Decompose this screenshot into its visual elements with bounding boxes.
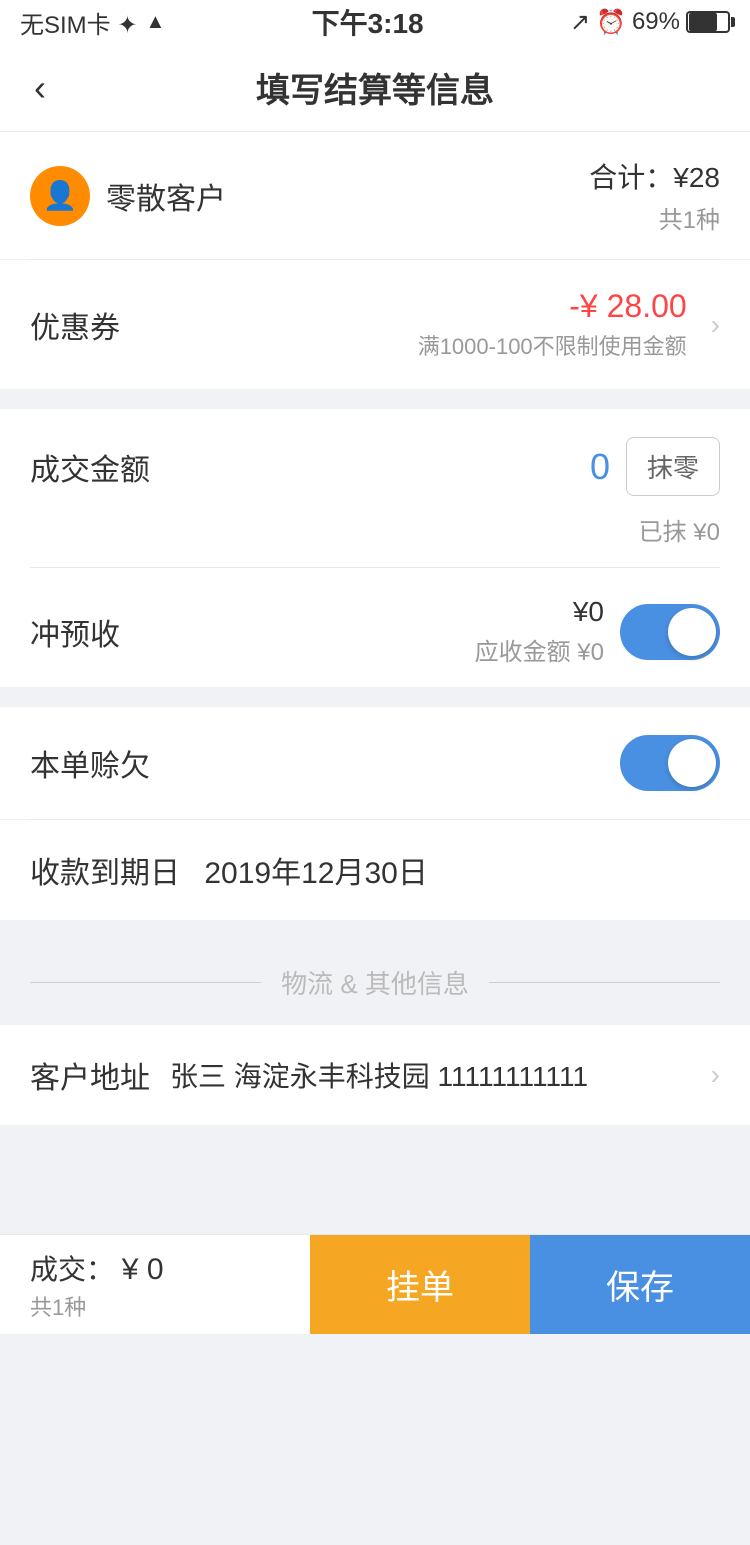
no-sim-label: 无SIM卡 ✦ — [20, 5, 137, 40]
customer-avatar: 👤 — [30, 166, 90, 226]
round-zero-button[interactable]: 抹零 — [626, 437, 720, 496]
save-button[interactable]: 保存 — [530, 1235, 750, 1334]
pending-btn-label: 挂单 — [386, 1260, 454, 1309]
debt-section: 本单赊欠 — [0, 707, 750, 819]
prepay-sub: 应收金额 ¥0 — [475, 632, 604, 667]
customer-left: 👤 零散客户 — [30, 166, 226, 226]
prepay-value: ¥0 — [475, 596, 604, 628]
bottom-count: 共1种 — [30, 1290, 280, 1322]
sep-line-right — [489, 982, 720, 983]
deal-amount-section: 成交金额 0 抹零 已抹 ¥0 — [0, 409, 750, 568]
coupon-desc: 满1000-100不限制使用金额 — [418, 329, 687, 361]
bottom-bar: 成交： ¥ 0 共1种 挂单 保存 — [0, 1234, 750, 1334]
prepay-value-stack: ¥0 应收金额 ¥0 — [475, 596, 604, 667]
bottom-summary: 成交： ¥ 0 共1种 — [0, 1248, 310, 1322]
prepay-label: 冲预收 — [30, 610, 120, 654]
logistics-separator: 物流 & 其他信息 — [0, 940, 750, 1025]
pending-button[interactable]: 挂单 — [310, 1235, 530, 1334]
chevron-right-icon: › — [711, 309, 720, 341]
deal-amount-sub: 已抹 ¥0 — [0, 512, 750, 567]
bottom-deal-row: 成交： ¥ 0 — [30, 1248, 280, 1288]
nav-bar: ‹ 填写结算等信息 — [0, 44, 750, 132]
divider-2 — [0, 389, 750, 409]
due-date-row: 收款到期日 2019年12月30日 — [0, 820, 750, 920]
customer-count: 共1种 — [589, 200, 720, 235]
coupon-value-stack: -¥ 28.00 满1000-100不限制使用金额 — [418, 288, 687, 361]
wifi-icon: ▲ — [145, 11, 165, 34]
coupon-row[interactable]: 优惠券 -¥ 28.00 满1000-100不限制使用金额 › — [0, 260, 750, 389]
customer-right: 合计：¥28 共1种 — [589, 156, 720, 235]
due-date-label: 收款到期日 — [30, 857, 180, 890]
address-label: 客户地址 — [30, 1053, 150, 1097]
logistics-label: 物流 & 其他信息 — [281, 964, 469, 1001]
debt-label: 本单赊欠 — [30, 741, 150, 785]
page-title: 填写结算等信息 — [256, 63, 494, 112]
bottom-deal-label: 成交： — [30, 1254, 114, 1285]
deal-amount-right: 0 抹零 — [150, 437, 720, 496]
sep-line-left — [30, 982, 261, 983]
coupon-right: -¥ 28.00 满1000-100不限制使用金额 › — [120, 288, 720, 361]
address-row[interactable]: 客户地址 张三 海淀永丰科技园 11111111111 › — [0, 1025, 750, 1125]
back-button[interactable]: ‹ — [24, 57, 56, 119]
coupon-label: 优惠券 — [30, 303, 120, 347]
status-left: 无SIM卡 ✦ ▲ — [20, 5, 165, 40]
toggle-knob — [668, 608, 716, 656]
customer-name: 零散客户 — [106, 174, 226, 218]
battery-percent: 69% — [632, 8, 680, 36]
deal-amount-value[interactable]: 0 — [590, 446, 610, 488]
battery-icon — [686, 11, 730, 33]
status-time: 下午3:18 — [312, 2, 424, 42]
divider-6 — [0, 920, 750, 940]
prepay-row: 冲预收 ¥0 应收金额 ¥0 — [0, 568, 750, 687]
divider-4 — [0, 687, 750, 707]
alarm-icon: ⏰ — [596, 8, 626, 37]
deal-amount-label: 成交金额 — [30, 445, 150, 489]
customer-section: 👤 零散客户 合计：¥28 共1种 — [0, 132, 750, 259]
customer-total: 合计：¥28 — [589, 156, 720, 196]
debt-toggle-knob — [668, 739, 716, 787]
person-icon: 👤 — [43, 179, 78, 212]
coupon-discount: -¥ 28.00 — [418, 288, 687, 325]
prepay-toggle[interactable] — [620, 604, 720, 660]
address-value: 张三 海淀永丰科技园 11111111111 — [170, 1055, 703, 1095]
status-bar: 无SIM卡 ✦ ▲ 下午3:18 ↗ ⏰ 69% — [0, 0, 750, 44]
bottom-deal-value: ¥ 0 — [122, 1253, 164, 1286]
debt-toggle[interactable] — [620, 735, 720, 791]
prepay-right: ¥0 应收金额 ¥0 — [120, 596, 720, 667]
location-icon: ↗ — [570, 8, 590, 37]
address-chevron-icon: › — [711, 1059, 720, 1091]
deal-amount-row: 成交金额 0 抹零 — [0, 409, 750, 512]
due-date-value: 2019年12月30日 — [204, 857, 427, 890]
save-btn-label: 保存 — [606, 1260, 674, 1309]
status-right: ↗ ⏰ 69% — [570, 8, 730, 37]
